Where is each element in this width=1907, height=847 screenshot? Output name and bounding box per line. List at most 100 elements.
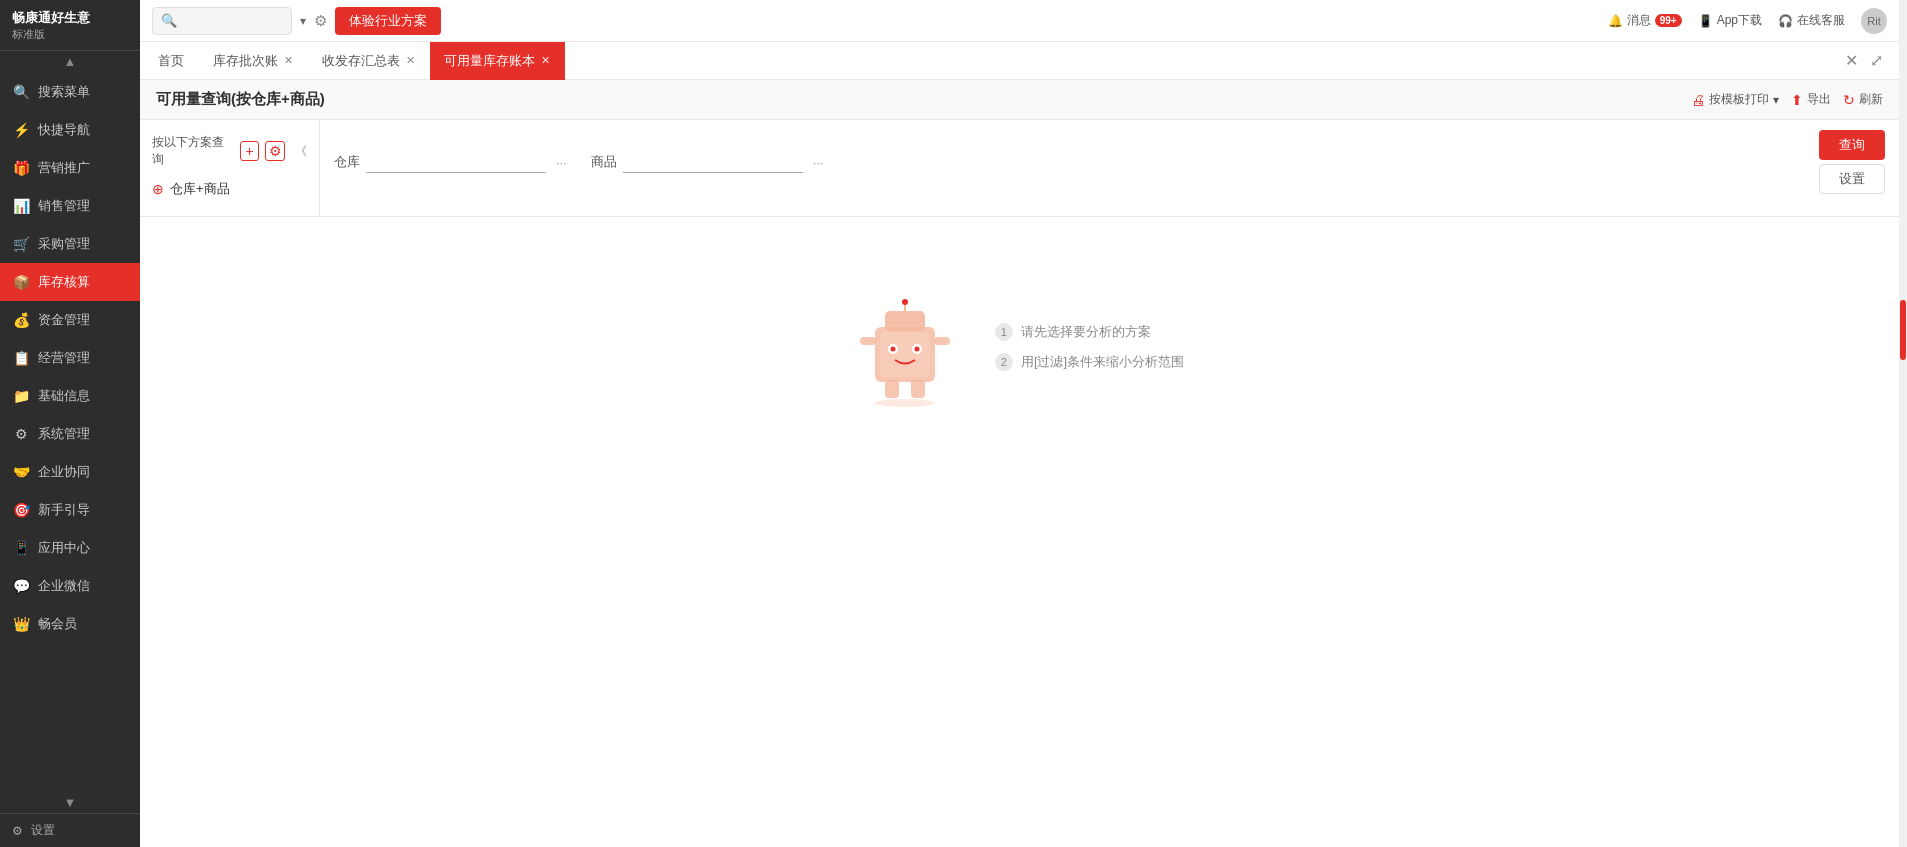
page-content: 可用量查询(按仓库+商品) 🖨 按模板打印 ▾ ⬆ 导出 ↻ 刷新 (140, 80, 1899, 847)
scrollbar-thumb[interactable] (1900, 300, 1906, 360)
box-icon: 📦 (12, 273, 30, 291)
tab-available-ledger-label: 可用量库存账本 (444, 52, 535, 70)
message-btn[interactable]: 🔔 消息 99+ (1608, 12, 1682, 29)
right-scrollbar[interactable] (1899, 0, 1907, 847)
app-download-btn[interactable]: 📱 App下载 (1698, 12, 1762, 29)
tab-home[interactable]: 首页 (144, 42, 199, 80)
svg-point-5 (914, 347, 919, 352)
svg-rect-1 (880, 332, 930, 377)
topbar-dropdown[interactable]: ▾ (300, 14, 306, 28)
sidebar-item-marketing[interactable]: 🎁 营销推广 (0, 149, 140, 187)
sidebar-scroll-up[interactable]: ▲ (0, 51, 140, 73)
settings-btn[interactable]: 设置 (1819, 164, 1885, 194)
tab-collect-summary[interactable]: 收发存汇总表 ✕ (308, 42, 430, 80)
goods-more-btn[interactable]: ··· (809, 153, 828, 172)
gift-icon: 🎁 (12, 159, 30, 177)
sidebar-item-label: 基础信息 (38, 387, 90, 405)
user-name: Rit (1867, 15, 1880, 27)
sidebar-item-label: 搜索菜单 (38, 83, 90, 101)
query-left-panel: 按以下方案查询 + ⚙ 《 ⊕ 仓库+商品 (140, 120, 320, 216)
wechat-icon: 💬 (12, 577, 30, 595)
sidebar-item-label: 系统管理 (38, 425, 90, 443)
add-scheme-btn[interactable]: + (240, 141, 260, 161)
goods-field-label: 商品 (591, 153, 617, 171)
handshake-icon: 🤝 (12, 463, 30, 481)
sidebar-item-member[interactable]: 👑 畅会员 (0, 605, 140, 643)
sidebar-item-label: 经营管理 (38, 349, 90, 367)
print-dropdown-icon: ▾ (1773, 93, 1779, 107)
tab-collect-summary-close[interactable]: ✕ (406, 54, 415, 67)
sidebar-item-label: 企业协同 (38, 463, 90, 481)
settings-icon: ⚙ (12, 824, 23, 838)
export-btn[interactable]: ⬆ 导出 (1791, 91, 1831, 108)
scheme-icon: ⊕ (152, 181, 164, 197)
sidebar-item-enterprise[interactable]: 🤝 企业协同 (0, 453, 140, 491)
collapse-left-btn[interactable]: 《 (295, 143, 307, 160)
empty-state: 1 请先选择要分析的方案 2 用[过滤]条件来缩小分析范围 (140, 217, 1899, 477)
tab-available-ledger-close[interactable]: ✕ (541, 54, 550, 67)
svg-point-4 (890, 347, 895, 352)
topbar-search-input[interactable] (181, 14, 281, 28)
sidebar-item-new-guide[interactable]: 🎯 新手引导 (0, 491, 140, 529)
sidebar-item-sales[interactable]: 📊 销售管理 (0, 187, 140, 225)
query-btn[interactable]: 查询 (1819, 130, 1885, 160)
money-icon: 💰 (12, 311, 30, 329)
sidebar-item-system[interactable]: ⚙ 系统管理 (0, 415, 140, 453)
topbar-gear-icon[interactable]: ⚙ (314, 12, 327, 30)
query-field-goods: 商品 ··· (591, 151, 828, 173)
target-icon: 🎯 (12, 501, 30, 519)
sidebar-item-wechat[interactable]: 💬 企业微信 (0, 567, 140, 605)
sidebar-item-label: 快捷导航 (38, 121, 90, 139)
sidebar-item-finance[interactable]: 💰 资金管理 (0, 301, 140, 339)
tab-batch-ledger[interactable]: 库存批次账 ✕ (199, 42, 308, 80)
sidebar-item-basic-info[interactable]: 📁 基础信息 (0, 377, 140, 415)
topbar: 🔍 ▾ ⚙ 体验行业方案 🔔 消息 99+ 📱 App下载 🎧 在线客服 (140, 0, 1899, 42)
query-right-panel: 仓库 ··· 商品 ··· 查询 设置 (320, 120, 1899, 216)
tab-expand-btn[interactable]: ⤢ (1866, 47, 1887, 74)
topbar-search-box[interactable]: 🔍 (152, 7, 292, 35)
tab-batch-ledger-close[interactable]: ✕ (284, 54, 293, 67)
warehouse-field-label: 仓库 (334, 153, 360, 171)
query-section-label: 按以下方案查询 (152, 134, 234, 168)
goods-field-input[interactable] (623, 151, 803, 173)
online-service-btn[interactable]: 🎧 在线客服 (1778, 12, 1845, 29)
warehouse-field-input[interactable] (366, 151, 546, 173)
tabs-bar: 首页 库存批次账 ✕ 收发存汇总表 ✕ 可用量库存账本 ✕ ✕ ⤢ (140, 42, 1899, 80)
gear-icon: ⚙ (12, 425, 30, 443)
sidebar-item-quick-nav[interactable]: ⚡ 快捷导航 (0, 111, 140, 149)
page-header-actions: 🖨 按模板打印 ▾ ⬆ 导出 ↻ 刷新 (1691, 91, 1883, 108)
sidebar-item-operation[interactable]: 📋 经营管理 (0, 339, 140, 377)
tab-close-btn[interactable]: ✕ (1841, 47, 1862, 74)
sidebar-item-search[interactable]: 🔍 搜索菜单 (0, 73, 140, 111)
bell-icon: 🔔 (1608, 14, 1623, 28)
sidebar-scroll-down[interactable]: ▼ (0, 791, 140, 813)
print-template-btn[interactable]: 🖨 按模板打印 ▾ (1691, 91, 1779, 108)
export-icon: ⬆ (1791, 92, 1803, 108)
topbar-search-icon: 🔍 (161, 13, 177, 28)
svg-rect-11 (885, 380, 899, 398)
crown-icon: 👑 (12, 615, 30, 633)
query-section: 按以下方案查询 + ⚙ 《 ⊕ 仓库+商品 仓库 ··· (140, 120, 1899, 217)
sidebar-item-purchase[interactable]: 🛒 采购管理 (0, 225, 140, 263)
sidebar-bottom[interactable]: ⚙ 设置 (0, 813, 140, 847)
hint-text-1: 请先选择要分析的方案 (1021, 323, 1151, 341)
tab-available-ledger[interactable]: 可用量库存账本 ✕ (430, 42, 565, 80)
manage-scheme-btn[interactable]: ⚙ (265, 141, 285, 161)
user-menu[interactable]: Rit (1861, 8, 1887, 34)
main-area: 🔍 ▾ ⚙ 体验行业方案 🔔 消息 99+ 📱 App下载 🎧 在线客服 (140, 0, 1899, 847)
empty-illustration (855, 297, 955, 397)
tab-collect-summary-label: 收发存汇总表 (322, 52, 400, 70)
sidebar-item-label: 营销推广 (38, 159, 90, 177)
chevron-down-icon: ▾ (300, 14, 306, 28)
export-label: 导出 (1807, 91, 1831, 108)
scheme-item-warehouse-goods[interactable]: ⊕ 仓库+商品 (140, 172, 319, 206)
sidebar-item-inventory[interactable]: 📦 库存核算 (0, 263, 140, 301)
warehouse-more-btn[interactable]: ··· (552, 153, 571, 172)
search-icon: 🔍 (12, 83, 30, 101)
message-label: 消息 (1627, 12, 1651, 29)
svg-rect-6 (885, 311, 925, 331)
trial-btn[interactable]: 体验行业方案 (335, 7, 441, 35)
refresh-btn[interactable]: ↻ 刷新 (1843, 91, 1883, 108)
tabs-right-actions: ✕ ⤢ (1841, 47, 1895, 74)
sidebar-item-app-center[interactable]: 📱 应用中心 (0, 529, 140, 567)
